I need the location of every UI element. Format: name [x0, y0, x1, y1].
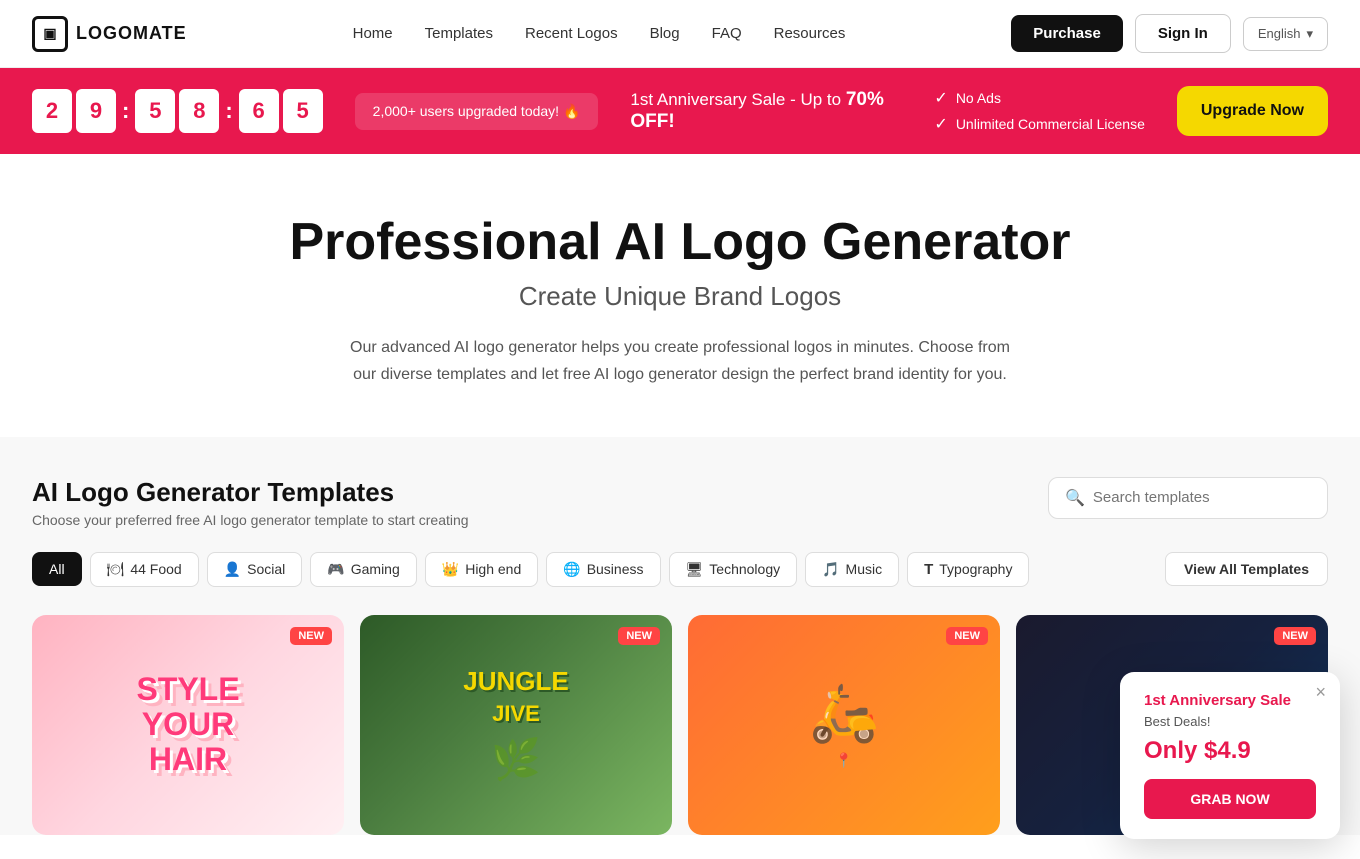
countdown-h1: 5 — [135, 89, 175, 133]
navbar: ▣ LOGOMATE Home Templates Recent Logos B… — [0, 0, 1360, 68]
hero-subtitle: Create Unique Brand Logos — [32, 281, 1328, 312]
high-end-icon: 👑 — [442, 561, 459, 578]
chevron-down-icon: ▾ — [1306, 26, 1313, 42]
countdown-d1: 2 — [32, 89, 72, 133]
music-icon: 🎵 — [822, 561, 839, 578]
popup-price: Only $4.9 — [1144, 737, 1316, 765]
nav-home[interactable]: Home — [353, 25, 393, 42]
nav-blog[interactable]: Blog — [650, 25, 680, 42]
countdown-h2: 8 — [179, 89, 219, 133]
countdown: 2 9 : 5 8 : 6 5 — [32, 89, 323, 133]
filter-tab-all[interactable]: All — [32, 552, 82, 586]
business-icon: 🌐 — [563, 561, 580, 578]
sale-banner: 2 9 : 5 8 : 6 5 2,000+ users upgraded to… — [0, 68, 1360, 154]
filter-tab-high-end[interactable]: 👑 High end — [425, 552, 538, 587]
banner-feature-1: ✓ No Ads — [934, 88, 1144, 108]
search-icon: 🔍 — [1065, 488, 1085, 508]
popup-subtitle: Best Deals! — [1144, 714, 1316, 729]
check-icon-2: ✓ — [934, 114, 947, 134]
banner-feature-2: ✓ Unlimited Commercial License — [934, 114, 1144, 134]
nav-faq[interactable]: FAQ — [712, 25, 742, 42]
anniversary-popup: × 1st Anniversary Sale Best Deals! Only … — [1120, 672, 1340, 839]
countdown-d2: 9 — [76, 89, 116, 133]
nav-recent-logos[interactable]: Recent Logos — [525, 25, 618, 42]
gaming-icon: 🎮 — [327, 561, 344, 578]
new-badge-dark: NEW — [1274, 627, 1316, 645]
templates-title: AI Logo Generator Templates — [32, 477, 469, 508]
filter-typography-label: Typography — [939, 561, 1012, 577]
card-delivery-inner: 🛵 📍 — [688, 615, 1000, 835]
template-card-jungle[interactable]: JUNGLEJIVE 🌿 NEW — [360, 615, 672, 835]
grab-now-button[interactable]: GRAB NOW — [1144, 779, 1316, 819]
filter-food-label: 44 Food — [130, 561, 181, 577]
banner-sale-text: 1st Anniversary Sale - Up to 70% OFF! — [630, 89, 902, 133]
filter-social-label: Social — [247, 561, 285, 577]
countdown-sep2: : — [225, 98, 232, 124]
hero-section: Professional AI Logo Generator Create Un… — [0, 154, 1360, 437]
upgrade-button[interactable]: Upgrade Now — [1177, 86, 1328, 136]
new-badge-hair: NEW — [290, 627, 332, 645]
typography-icon: T — [924, 561, 933, 578]
logo[interactable]: ▣ LOGOMATE — [32, 16, 187, 52]
popup-close-button[interactable]: × — [1315, 682, 1326, 703]
filter-tab-music[interactable]: 🎵 Music — [805, 552, 899, 587]
banner-users-text: 2,000+ users upgraded today! 🔥 — [355, 93, 599, 130]
filter-tab-food[interactable]: 🍽 44 Food — [90, 552, 199, 587]
technology-icon: 🖥 — [686, 561, 704, 578]
template-card-delivery[interactable]: 🛵 📍 NEW — [688, 615, 1000, 835]
filter-high-end-label: High end — [465, 561, 521, 577]
countdown-m2: 5 — [283, 89, 323, 133]
new-badge-delivery: NEW — [946, 627, 988, 645]
banner-feature-label-2: Unlimited Commercial License — [956, 116, 1145, 132]
hero-title: Professional AI Logo Generator — [32, 214, 1328, 271]
purchase-button[interactable]: Purchase — [1011, 15, 1123, 52]
countdown-sep1: : — [122, 98, 129, 124]
banner-features: ✓ No Ads ✓ Unlimited Commercial License — [934, 88, 1144, 134]
filter-business-label: Business — [587, 561, 644, 577]
filter-tab-business[interactable]: 🌐 Business — [546, 552, 660, 587]
filter-tabs: All 🍽 44 Food 👤 Social 🎮 Gaming 👑 High e… — [32, 552, 1328, 587]
view-all-templates-button[interactable]: View All Templates — [1165, 552, 1328, 586]
logo-icon: ▣ — [32, 16, 68, 52]
hero-description: Our advanced AI logo generator helps you… — [340, 334, 1020, 388]
check-icon-1: ✓ — [934, 88, 947, 108]
countdown-m1: 6 — [239, 89, 279, 133]
templates-subtitle: Choose your preferred free AI logo gener… — [32, 512, 469, 528]
filter-tab-social[interactable]: 👤 Social — [207, 552, 303, 587]
card-jungle-inner: JUNGLEJIVE 🌿 — [360, 615, 672, 835]
nav-resources[interactable]: Resources — [774, 25, 846, 42]
navbar-right: Purchase Sign In English ▾ — [1011, 14, 1328, 53]
food-icon: 🍽 — [107, 561, 125, 578]
nav-templates[interactable]: Templates — [425, 25, 493, 42]
card-hair-inner: STYLEYOURHAIR — [32, 615, 344, 835]
filter-gaming-label: Gaming — [351, 561, 400, 577]
templates-header: AI Logo Generator Templates Choose your … — [32, 477, 1328, 528]
banner-feature-label-1: No Ads — [956, 90, 1001, 106]
language-selector[interactable]: English ▾ — [1243, 17, 1328, 51]
template-card-hair[interactable]: STYLEYOURHAIR NEW — [32, 615, 344, 835]
filter-tab-typography[interactable]: T Typography — [907, 552, 1029, 587]
banner-sale-prefix: 1st Anniversary Sale - Up to — [630, 90, 845, 109]
filter-tab-technology[interactable]: 🖥 Technology — [669, 552, 798, 587]
new-badge-jungle: NEW — [618, 627, 660, 645]
popup-title: 1st Anniversary Sale — [1144, 692, 1316, 710]
social-icon: 👤 — [224, 561, 241, 578]
filter-music-label: Music — [846, 561, 883, 577]
templates-header-left: AI Logo Generator Templates Choose your … — [32, 477, 469, 528]
search-input[interactable] — [1093, 489, 1311, 506]
filter-tab-gaming[interactable]: 🎮 Gaming — [310, 552, 416, 587]
language-label: English — [1258, 26, 1301, 41]
search-box[interactable]: 🔍 — [1048, 477, 1328, 519]
signin-button[interactable]: Sign In — [1135, 14, 1231, 53]
logo-text: LOGOMATE — [76, 23, 187, 44]
filter-technology-label: Technology — [709, 561, 780, 577]
nav-links: Home Templates Recent Logos Blog FAQ Res… — [353, 25, 846, 42]
